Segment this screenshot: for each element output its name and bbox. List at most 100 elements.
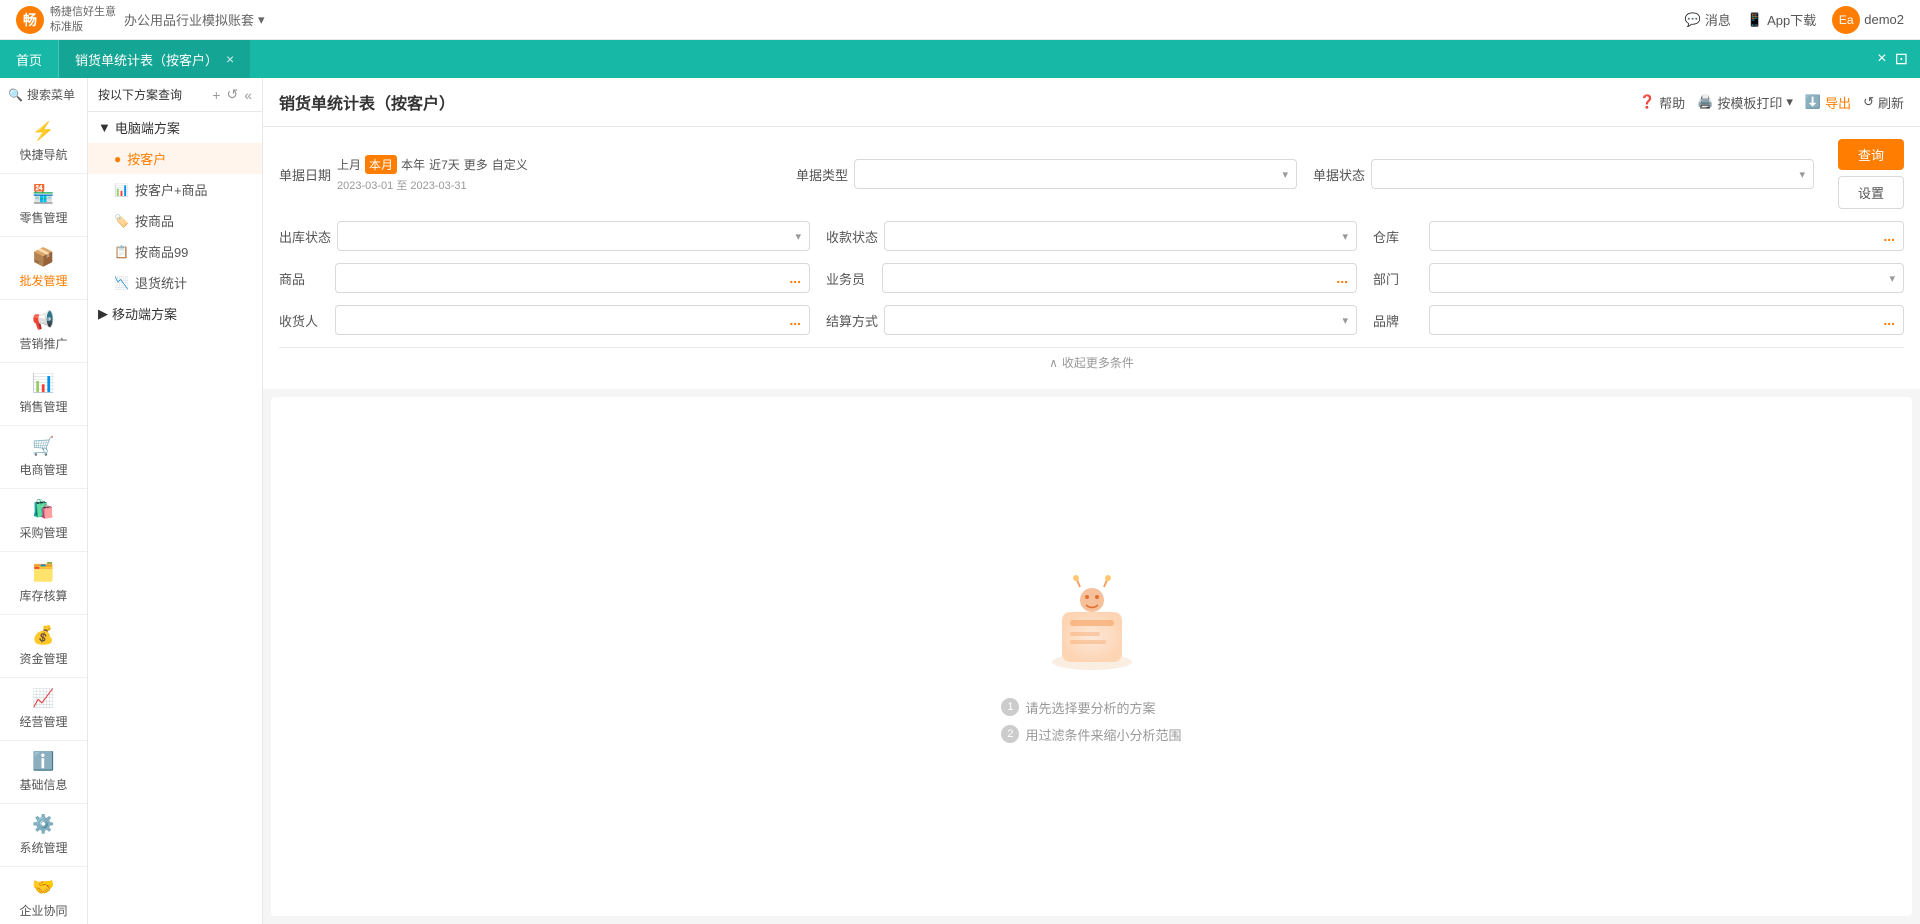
app-title-dropdown-icon[interactable]: ▾	[258, 12, 265, 28]
collapse-filter-button[interactable]: ∧ 收起更多条件	[279, 347, 1904, 377]
receiver-input[interactable]: ...	[335, 305, 810, 335]
department-select[interactable]: ▾	[1429, 263, 1904, 293]
scheme-collapse-button[interactable]: «	[244, 87, 252, 103]
minimize-button[interactable]: ×	[1877, 50, 1886, 68]
finance-icon: 💰	[32, 625, 54, 646]
sidebar-item-wholesale[interactable]: 📦 批发管理	[0, 237, 87, 300]
brand-label: 品牌	[1373, 311, 1423, 330]
receipt-status-label: 收款状态	[826, 227, 878, 246]
sidebar-item-sales[interactable]: 📊 销售管理	[0, 363, 87, 426]
export-icon: ⬇️	[1805, 94, 1821, 110]
scheme-customer-goods-icon: 📊	[114, 183, 129, 197]
tab-home[interactable]: 首页	[0, 40, 59, 78]
filter-date-item: 单据日期 上月 本月 本年 近7天 更多 自定义 2023-03-01 至 20…	[279, 155, 780, 193]
user-menu[interactable]: Ea demo2	[1832, 6, 1904, 34]
filter-warehouse-item: 仓库 ...	[1373, 221, 1904, 251]
sidebar-item-system[interactable]: ⚙️ 系统管理	[0, 804, 87, 867]
shortcut-this-year[interactable]: 本年	[401, 156, 425, 173]
tab-active[interactable]: 销货单统计表（按客户） ×	[59, 40, 250, 78]
retail-icon: 🏪	[32, 184, 54, 205]
scheme-group-mobile-header[interactable]: ▶ 移动端方案	[88, 298, 262, 329]
app-title[interactable]: 办公用品行业模拟账套 ▾	[124, 10, 265, 29]
scheme-goods99-icon: 📋	[114, 245, 129, 259]
sidebar-item-inventory[interactable]: 🗂️ 库存核算	[0, 552, 87, 615]
order-type-dropdown-icon: ▾	[1282, 168, 1288, 181]
brand-more-icon[interactable]: ...	[1883, 312, 1895, 328]
shortcut-last-month[interactable]: 上月	[337, 156, 361, 173]
goods-input[interactable]: ...	[335, 263, 810, 293]
warehouse-more-icon[interactable]: ...	[1883, 228, 1895, 244]
content-area: 销货单统计表（按客户） ❓ 帮助 🖨️ 按模板打印 ▾ ⬇️ 导出 ↺ 刷新	[263, 78, 1920, 924]
goods-more-icon[interactable]: ...	[789, 270, 801, 286]
order-type-select[interactable]: ▾	[854, 159, 1297, 189]
shortcut-more[interactable]: 更多	[464, 156, 488, 173]
sidebar-item-quick-nav[interactable]: ⚡ 快捷导航	[0, 111, 87, 174]
sidebar-item-retail[interactable]: 🏪 零售管理	[0, 174, 87, 237]
top-header: 畅 畅捷信好生意 标准版 办公用品行业模拟账套 ▾ 💬 消息 📱 App下载 E…	[0, 0, 1920, 40]
maximize-button[interactable]: ⊡	[1895, 49, 1908, 69]
export-button[interactable]: ⬇️ 导出	[1805, 93, 1851, 112]
scheme-item-by-customer[interactable]: ● 按客户	[88, 143, 262, 174]
avatar: Ea	[1832, 6, 1860, 34]
sidebar-item-ecommerce[interactable]: 🛒 电商管理	[0, 426, 87, 489]
scheme-item-customer-goods[interactable]: 📊 按客户+商品	[88, 174, 262, 205]
shortcut-last-7-days[interactable]: 近7天	[429, 156, 460, 173]
scheme-item-by-goods99[interactable]: 📋 按商品99	[88, 236, 262, 267]
group-expand-icon-mobile: ▶	[98, 306, 108, 322]
app-download-button[interactable]: 📱 App下载	[1747, 10, 1816, 29]
scheme-item-by-goods[interactable]: 🏷️ 按商品	[88, 205, 262, 236]
scheme-refresh-button[interactable]: ↺	[226, 86, 238, 103]
tab-close-button[interactable]: ×	[226, 51, 234, 67]
shortcut-this-month[interactable]: 本月	[365, 155, 397, 174]
order-status-select[interactable]: ▾	[1371, 159, 1814, 189]
logo-icon: 畅	[16, 6, 44, 34]
query-button[interactable]: 查询	[1838, 139, 1904, 170]
sidebar-item-operations[interactable]: 📈 经营管理	[0, 678, 87, 741]
print-button[interactable]: 🖨️ 按模板打印 ▾	[1697, 93, 1793, 112]
filter-row-4: 收货人 ... 结算方式 ▾ 品牌	[279, 305, 1904, 335]
filter-area: 单据日期 上月 本月 本年 近7天 更多 自定义 2023-03-01 至 20…	[263, 127, 1920, 389]
receipt-status-select[interactable]: ▾	[884, 221, 1357, 251]
setting-button[interactable]: 设置	[1838, 176, 1904, 209]
group-expand-icon: ▼	[98, 120, 111, 135]
sidebar-item-marketing[interactable]: 📢 营销推广	[0, 300, 87, 363]
salesperson-input[interactable]: ...	[882, 263, 1357, 293]
empty-tip-2: 2 用过滤条件来缩小分析范围	[1001, 725, 1181, 744]
scheme-item-return-stats[interactable]: 📉 退货统计	[88, 267, 262, 298]
warehouse-input[interactable]: ...	[1429, 221, 1904, 251]
warehouse-label: 仓库	[1373, 227, 1423, 246]
empty-illustration	[1032, 562, 1152, 682]
scheme-group-desktop: ▼ 电脑端方案 ● 按客户 📊 按客户+商品 🏷️ 按商品 📋 按商品99 📉	[88, 112, 262, 298]
receiver-more-icon[interactable]: ...	[789, 312, 801, 328]
action-buttons: 查询 设置	[1838, 139, 1904, 209]
scheme-header: 按以下方案查询 + ↺ «	[88, 78, 262, 112]
order-type-label: 单据类型	[796, 165, 848, 184]
sales-icon: 📊	[32, 373, 54, 394]
filter-out-status-item: 出库状态 ▾	[279, 221, 810, 251]
receiver-label: 收货人	[279, 311, 329, 330]
sidebar-item-finance[interactable]: 💰 资金管理	[0, 615, 87, 678]
print-dropdown-icon[interactable]: ▾	[1786, 94, 1793, 110]
refresh-button[interactable]: ↺ 刷新	[1863, 93, 1904, 112]
logo-area: 畅 畅捷信好生意 标准版	[16, 5, 116, 34]
help-button[interactable]: ❓ 帮助	[1639, 93, 1685, 112]
search-menu-item[interactable]: 🔍 搜索菜单	[0, 78, 87, 111]
sidebar-item-enterprise[interactable]: 🤝 企业协同	[0, 867, 87, 924]
scheme-add-button[interactable]: +	[212, 87, 220, 103]
sidebar-item-basic-info[interactable]: ℹ️ 基础信息	[0, 741, 87, 804]
scheme-goods-icon: 🏷️	[114, 214, 129, 228]
department-dropdown-icon: ▾	[1889, 272, 1895, 285]
page-title: 销货单统计表（按客户）	[279, 90, 455, 126]
date-label: 单据日期	[279, 165, 331, 184]
filter-settlement-item: 结算方式 ▾	[826, 305, 1357, 335]
salesperson-label: 业务员	[826, 269, 876, 288]
scheme-group-desktop-header[interactable]: ▼ 电脑端方案	[88, 112, 262, 143]
salesperson-more-icon[interactable]: ...	[1336, 270, 1348, 286]
message-button[interactable]: 💬 消息	[1685, 10, 1731, 29]
refresh-icon: ↺	[1863, 94, 1874, 110]
brand-input[interactable]: ...	[1429, 305, 1904, 335]
sidebar-item-purchase[interactable]: 🛍️ 采购管理	[0, 489, 87, 552]
shortcut-custom[interactable]: 自定义	[492, 156, 528, 173]
settlement-select[interactable]: ▾	[884, 305, 1357, 335]
out-status-select[interactable]: ▾	[337, 221, 810, 251]
